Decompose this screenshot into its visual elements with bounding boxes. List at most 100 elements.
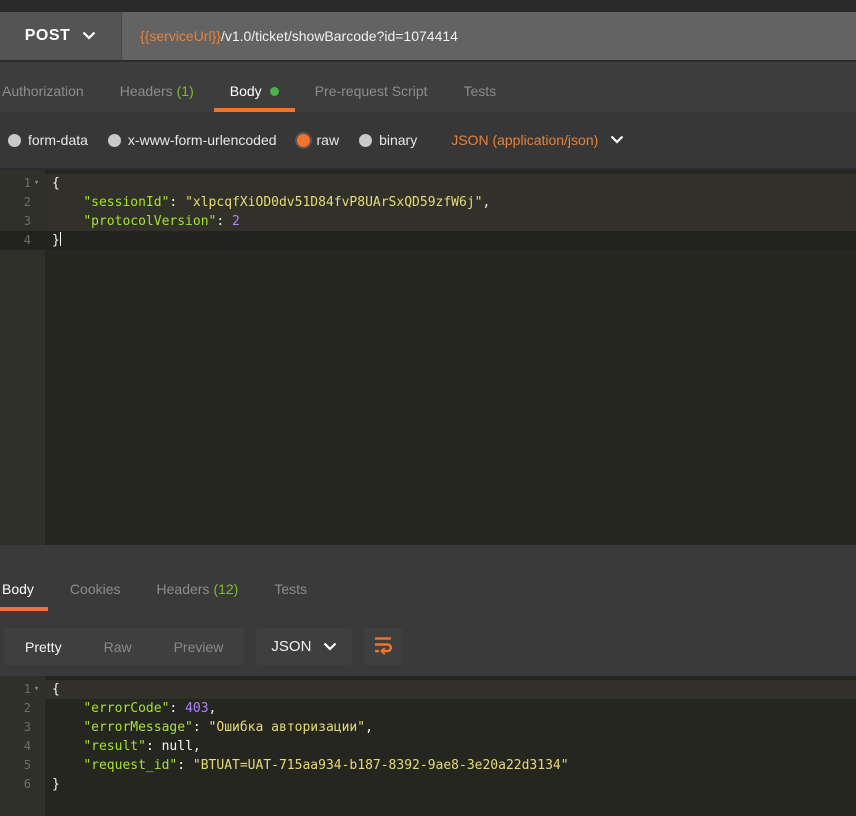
line-number: 1 ▾ [0,174,45,193]
radio-urlencoded-label: x-www-form-urlencoded [127,132,277,148]
response-tab-cookies[interactable]: Cookies [56,581,135,611]
radio-raw[interactable]: raw [296,132,339,148]
method-label: POST [24,27,71,44]
tab-body[interactable]: Body [213,83,295,112]
line-number: 5 [0,756,45,775]
code-line-content: "result": null, [45,737,856,756]
response-tab-body[interactable]: Body [0,581,48,611]
line-number: 2 [0,193,45,212]
radio-x-www-form-urlencoded[interactable]: x-www-form-urlencoded [107,132,277,148]
token-plain: : [192,720,209,735]
radio-icon [8,133,21,147]
token-plain: : [169,195,186,210]
line-number: 2 [0,699,45,718]
raw-button[interactable]: Raw [83,628,153,665]
chevron-down-icon [82,27,96,45]
tab-tests-label: Tests [463,83,497,99]
token-key: "errorCode" [83,701,170,716]
line-number-text: 3 [23,720,31,734]
response-format-label: JSON [271,638,312,655]
request-url-bar: POST {{serviceUrl}}/v1.0/ticket/showBarc… [0,12,856,62]
tab-prerequest-script[interactable]: Pre-request Script [299,83,444,112]
tab-headers[interactable]: Headers (1) [104,83,210,112]
token-key: "result" [83,739,146,754]
token-plain: , [192,739,201,754]
response-tab-body-label: Body [2,581,34,597]
line-number-text: 5 [23,758,31,772]
code-line: 4 "result": null, [0,737,856,756]
line-number: 4 [0,737,45,756]
response-headers-count-badge: (12) [213,581,239,597]
radio-icon [107,133,121,147]
content-type-dropdown[interactable]: JSON (application/json) [451,131,624,149]
postman-window: POST {{serviceUrl}}/v1.0/ticket/showBarc… [0,0,856,816]
radio-binary[interactable]: binary [359,132,417,148]
code-line-content: } [45,775,856,794]
response-tab-cookies-label: Cookies [69,581,121,597]
response-format-dropdown[interactable]: JSON [256,628,353,665]
tab-tests[interactable]: Tests [448,83,513,112]
token-num: 2 [232,214,240,229]
tab-headers-label: Headers [119,83,173,99]
token-plain: { [52,176,60,191]
request-editor-lines: 1 ▾ {2 "sessionId": "xlpcqfXiOD0dv51D84fvP… [0,170,856,250]
radio-form-data-label: form-data [28,132,88,148]
response-tab-headers-label: Headers [156,581,210,597]
wrap-text-button[interactable] [364,628,403,665]
radio-selected-icon [296,133,310,147]
response-tab-headers[interactable]: Headers (12) [143,581,253,611]
code-line: 6} [0,775,856,794]
chevron-down-icon [610,131,624,149]
body-status-dot-icon [269,87,279,96]
method-dropdown[interactable]: POST [0,12,122,60]
active-tab-underline [213,108,295,112]
body-type-row: form-data x-www-form-urlencoded raw bina… [0,112,856,170]
line-number-text: 4 [23,739,31,753]
tab-authorization[interactable]: Authorization [0,83,100,112]
pretty-button[interactable]: Pretty [4,628,83,665]
code-line: 3 "errorMessage": "Ошибка авторизации", [0,718,856,737]
token-key: "errorMessage" [83,720,193,735]
token-plain: , [365,720,373,735]
url-variable: {{serviceUrl}} [140,28,221,44]
token-plain: : [169,701,186,716]
tab-authorization-label: Authorization [2,83,84,99]
response-tabs: Body Cookies Headers (12) Tests [0,545,856,617]
line-number-text: 2 [23,701,31,715]
code-line-content: "errorCode": 403, [45,699,856,718]
code-line: 5 "request_id": "BTUAT=UAT-715aa934-b187… [0,756,856,775]
response-tab-tests[interactable]: Tests [260,581,321,611]
headers-count-badge: (1) [176,83,194,99]
radio-icon [359,133,373,147]
token-str: "xlpcqfXiOD0dv51D84fvP8UArSxQD59zfW6j" [185,195,483,210]
line-number: 3 [0,718,45,737]
line-number-text: 3 [23,214,31,228]
code-line: 2 "errorCode": 403, [0,699,856,718]
top-strip [0,0,856,12]
token-num: 403 [185,701,209,716]
line-number-text: 2 [23,195,31,209]
token-key: "request_id" [83,758,178,773]
token-key: "sessionId" [83,195,170,210]
token-plain: null [161,739,193,754]
content-type-label: JSON (application/json) [451,132,599,148]
radio-binary-label: binary [379,132,418,148]
line-number-text: 1 [23,176,31,190]
code-line-content: { [45,680,856,699]
preview-button-label: Preview [173,638,224,655]
preview-button[interactable]: Preview [153,628,245,665]
response-body-editor[interactable]: 1 ▾{2 "errorCode": 403, 3 "errorMessage": … [0,676,856,816]
code-line: 3 "protocolVersion": 2 [0,212,856,231]
line-number-text: 1 [23,682,31,696]
request-body-editor[interactable]: 1 ▾ {2 "sessionId": "xlpcqfXiOD0dv51D84fvP… [0,170,856,545]
code-line-content: "protocolVersion": 2 [45,212,856,231]
url-input[interactable]: {{serviceUrl}}/v1.0/ticket/showBarcode?i… [122,12,856,60]
fold-toggle-icon[interactable]: ▾ [31,680,42,699]
token-plain: : [145,739,162,754]
fold-toggle-icon[interactable]: ▾ [31,174,42,193]
radio-form-data[interactable]: form-data [8,132,88,148]
